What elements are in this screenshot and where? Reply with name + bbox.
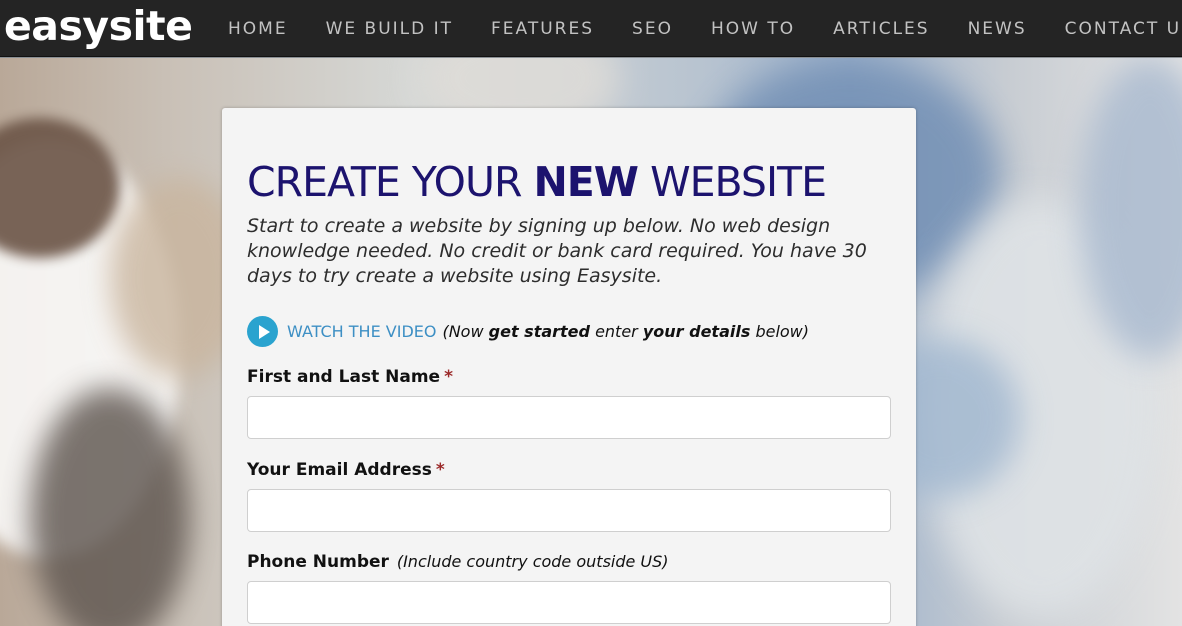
video-note-get-started: get started — [488, 321, 590, 341]
site-logo[interactable]: easysite — [4, 0, 193, 57]
video-note-open: (Now — [442, 321, 489, 341]
title-part-1: CREATE YOUR — [247, 158, 534, 206]
required-marker: * — [435, 460, 445, 480]
play-icon[interactable] — [247, 315, 278, 347]
intro-text: Start to create a website by signing up … — [247, 215, 867, 287]
phone-field-label: Phone Number (Include country code outsi… — [247, 552, 887, 572]
name-field-label: First and Last Name * — [247, 367, 887, 387]
name-label-text: First and Last Name — [247, 367, 441, 387]
required-marker: * — [444, 367, 453, 387]
title-part-3: WEBSITE — [638, 158, 827, 206]
nav-item-how-to[interactable]: HOW TO — [711, 3, 795, 55]
phone-hint: (Include country code outside US) — [396, 552, 669, 571]
email-label-text: Your Email Address — [247, 460, 432, 480]
watch-video-row: WATCH THE VIDEO (Now get started enter y… — [247, 315, 887, 347]
phone-input[interactable] — [247, 581, 891, 624]
nav-item-home[interactable]: HOME — [228, 3, 288, 55]
title-part-new: NEW — [533, 158, 639, 206]
video-note-close: below) — [750, 321, 810, 341]
nav-item-articles[interactable]: ARTICLES — [833, 3, 929, 55]
page-title: CREATE YOUR NEW WEBSITE — [247, 157, 887, 207]
top-nav-bar: easysite HOME WE BUILD IT FEATURES SEO H… — [0, 0, 1182, 57]
video-note-your-details: your details — [642, 321, 751, 341]
nav-item-seo[interactable]: SEO — [632, 3, 673, 55]
email-field-label: Your Email Address * — [247, 460, 887, 480]
video-note: (Now get started enter your details belo… — [442, 322, 809, 341]
signup-card: CREATE YOUR NEW WEBSITE Start to create … — [222, 108, 916, 626]
name-input[interactable] — [247, 396, 891, 439]
watch-video-link[interactable]: WATCH THE VIDEO — [287, 322, 436, 341]
email-input[interactable] — [247, 489, 891, 532]
nav-item-news[interactable]: NEWS — [968, 3, 1027, 55]
nav-item-we-build-it[interactable]: WE BUILD IT — [326, 3, 453, 55]
phone-label-text: Phone Number — [247, 552, 389, 572]
nav-item-features[interactable]: FEATURES — [491, 3, 594, 55]
main-nav: HOME WE BUILD IT FEATURES SEO HOW TO ART… — [228, 0, 1182, 57]
video-note-mid: enter — [589, 321, 643, 341]
nav-item-contact-us[interactable]: CONTACT US — [1065, 3, 1182, 55]
